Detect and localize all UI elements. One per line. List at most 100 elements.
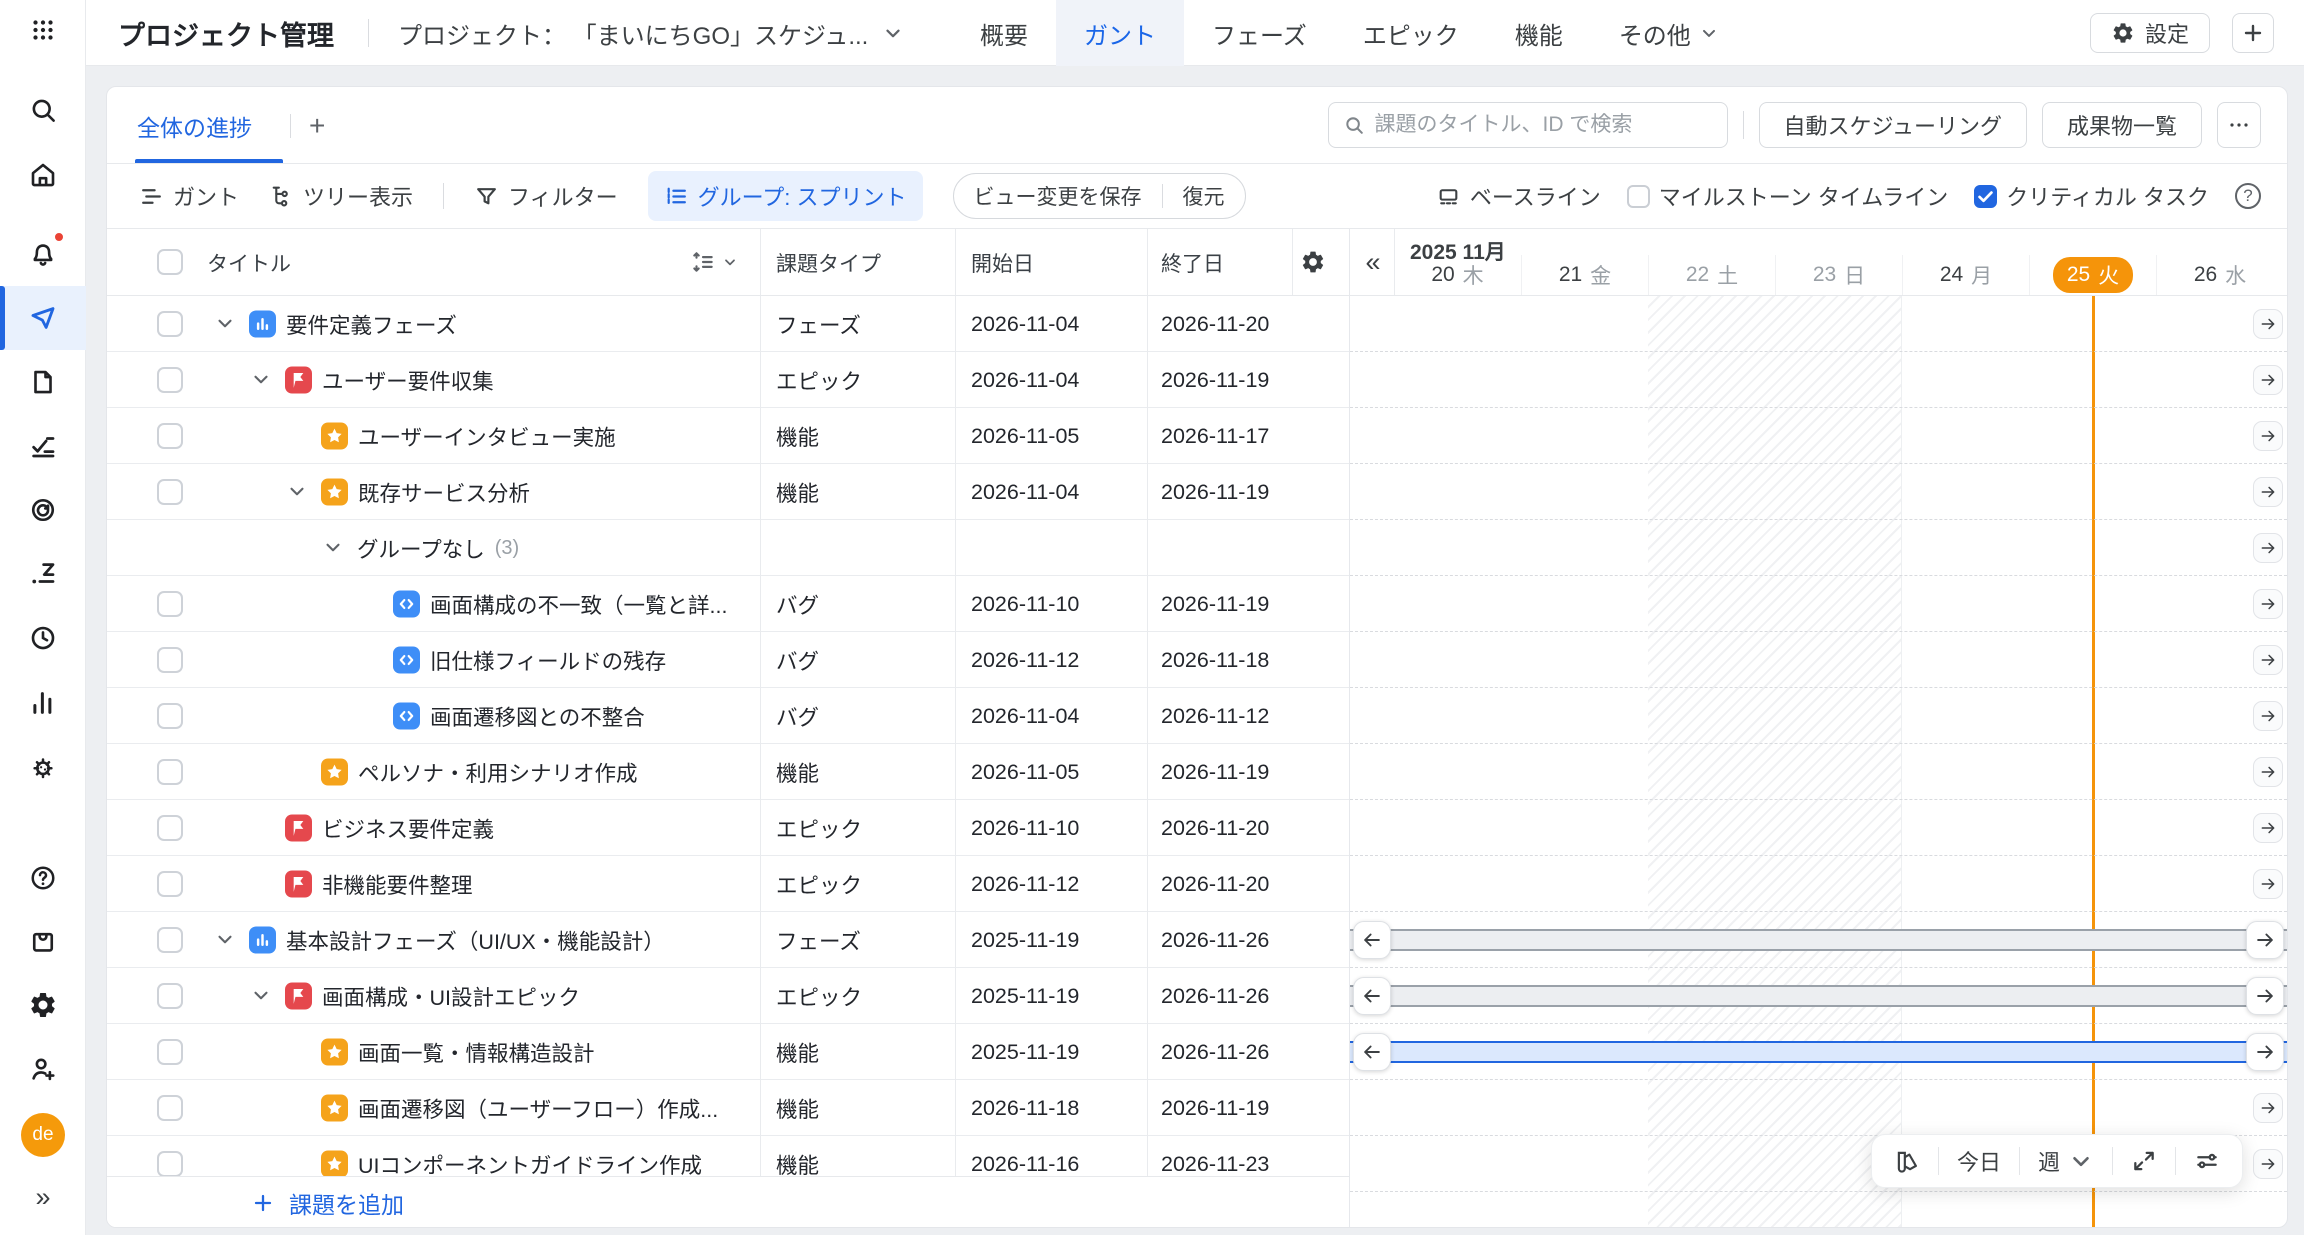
issue-title[interactable]: グループなし (3) xyxy=(357,520,753,576)
history-icon[interactable] xyxy=(23,618,63,658)
jump-to-task-button[interactable] xyxy=(2253,813,2283,843)
main-tab[interactable]: ガント xyxy=(1056,0,1184,66)
row-checkbox[interactable] xyxy=(157,926,183,953)
issue-title[interactable]: ペルソナ・利用シナリオ作成 xyxy=(358,744,753,800)
row-checkbox[interactable] xyxy=(157,310,183,337)
issue-title[interactable]: ユーザー要件収集 xyxy=(322,352,753,408)
critical-task-toggle[interactable]: クリティカル タスク xyxy=(1974,180,2209,212)
search-icon[interactable] xyxy=(23,90,63,130)
view-tab-overall-progress[interactable]: 全体の進捗 xyxy=(137,87,252,164)
row-checkbox[interactable] xyxy=(157,422,183,449)
jump-to-task-button[interactable] xyxy=(2253,309,2283,339)
package-icon[interactable] xyxy=(23,921,63,961)
fullscreen-button[interactable] xyxy=(2113,1148,2175,1174)
timeline-day[interactable]: 21 金 xyxy=(1521,255,1648,295)
restore-view-button[interactable]: 復元 xyxy=(1163,174,1245,218)
jump-to-task-button[interactable] xyxy=(2253,757,2283,787)
table-row[interactable]: 旧仕様フィールドの残存 バグ 2026-11-12 2026-11-18 xyxy=(107,632,1349,688)
collapse-all-control[interactable] xyxy=(690,249,738,275)
issue-title[interactable]: ユーザーインタビュー実施 xyxy=(358,408,753,464)
user-avatar[interactable]: de xyxy=(21,1113,65,1157)
chevron-down-icon[interactable] xyxy=(286,480,310,504)
project-selector[interactable]: プロジェクト： 「まいにちGO」スケジュ... xyxy=(398,0,904,66)
settings-button[interactable]: 設定 xyxy=(2089,13,2210,53)
filter-button[interactable]: フィルター xyxy=(474,180,618,212)
jump-to-task-button[interactable] xyxy=(2253,1093,2283,1123)
row-checkbox[interactable] xyxy=(157,814,183,841)
settings-icon[interactable] xyxy=(23,985,63,1025)
chevron-down-icon[interactable] xyxy=(214,312,238,336)
search-input[interactable] xyxy=(1374,113,1713,137)
help-icon[interactable] xyxy=(23,858,63,898)
main-tab[interactable]: その他 xyxy=(1591,0,1747,66)
table-row[interactable]: 画面遷移図（ユーザーフロー）作成... 機能 2026-11-18 2026-11-1… xyxy=(107,1080,1349,1136)
timeline-day[interactable]: 22 土 xyxy=(1648,255,1775,295)
bar-left-handle[interactable] xyxy=(1353,977,1391,1015)
home-icon[interactable] xyxy=(23,155,63,195)
row-checkbox[interactable] xyxy=(157,366,183,393)
timeline-day[interactable]: 20 木 xyxy=(1394,255,1521,295)
table-row[interactable]: ペルソナ・利用シナリオ作成 機能 2026-11-05 2026-11-19 xyxy=(107,744,1349,800)
row-checkbox[interactable] xyxy=(157,590,183,617)
chevron-down-icon[interactable] xyxy=(250,368,274,392)
table-row[interactable]: ビジネス要件定義 エピック 2026-11-10 2026-11-20 xyxy=(107,800,1349,856)
issue-title[interactable]: 画面一覧・情報構造設計 xyxy=(358,1024,753,1080)
critical-checkbox[interactable] xyxy=(1974,184,1998,208)
planner-icon[interactable] xyxy=(23,298,63,338)
bar-right-handle[interactable] xyxy=(2246,1033,2284,1071)
table-row[interactable]: ユーザー要件収集 エピック 2026-11-04 2026-11-19 xyxy=(107,352,1349,408)
chevron-down-icon[interactable] xyxy=(322,536,346,560)
issue-title[interactable]: 既存サービス分析 xyxy=(358,464,753,520)
table-row[interactable]: 画面構成の不一致（一覧と詳... バグ 2026-11-10 2026-11-19 xyxy=(107,576,1349,632)
gantt-task-bar[interactable] xyxy=(1350,985,2287,1007)
add-issue-button[interactable]: 課題を追加 xyxy=(251,1186,404,1220)
row-checkbox[interactable] xyxy=(157,702,183,729)
reports-icon[interactable] xyxy=(23,683,63,723)
select-all-checkbox[interactable] xyxy=(157,249,183,275)
collapse-table-icon[interactable]: « xyxy=(1356,242,1390,282)
bar-left-handle[interactable] xyxy=(1353,921,1391,959)
jump-to-task-button[interactable] xyxy=(2253,365,2283,395)
zoom-level-select[interactable]: 週 xyxy=(2020,1145,2112,1177)
issue-title[interactable]: ビジネス要件定義 xyxy=(322,800,753,856)
row-checkbox[interactable] xyxy=(157,982,183,1009)
jump-to-task-button[interactable] xyxy=(2253,589,2283,619)
tasks-icon[interactable] xyxy=(23,426,63,466)
milestone-checkbox[interactable] xyxy=(1626,184,1650,208)
table-row[interactable]: 既存サービス分析 機能 2026-11-04 2026-11-19 xyxy=(107,464,1349,520)
group-row[interactable]: グループなし (3) xyxy=(107,520,1349,576)
issue-title[interactable]: 要件定義フェーズ xyxy=(286,296,753,352)
chevron-down-icon[interactable] xyxy=(250,984,274,1008)
table-row[interactable]: 基本設計フェーズ（UI/UX・機能設計） フェーズ 2025-11-19 2026-1… xyxy=(107,912,1349,968)
issue-title[interactable]: 画面構成・UI設計エピック xyxy=(322,968,753,1024)
table-row[interactable]: ユーザーインタビュー実施 機能 2026-11-05 2026-11-17 xyxy=(107,408,1349,464)
chevron-down-icon[interactable] xyxy=(214,928,238,952)
jump-to-task-button[interactable] xyxy=(2253,477,2283,507)
row-checkbox[interactable] xyxy=(157,758,183,785)
row-checkbox[interactable] xyxy=(157,1094,183,1121)
more-button[interactable] xyxy=(2217,102,2261,148)
baseline-button[interactable]: ベースライン xyxy=(1436,180,1601,212)
gantt-view-button[interactable]: ガント xyxy=(139,180,239,212)
invite-member-icon[interactable] xyxy=(23,1049,63,1089)
add-view-button[interactable]: + xyxy=(309,87,325,164)
timeline-day[interactable]: 26 水 xyxy=(2156,255,2283,295)
table-row[interactable]: 要件定義フェーズ フェーズ 2026-11-04 2026-11-20 xyxy=(107,296,1349,352)
bar-right-handle[interactable] xyxy=(2246,921,2284,959)
add-button[interactable] xyxy=(2232,13,2274,53)
display-options-button[interactable] xyxy=(2176,1148,2222,1174)
issue-title[interactable]: 旧仕様フィールドの残存 xyxy=(430,632,753,688)
bar-right-handle[interactable] xyxy=(2246,977,2284,1015)
main-tab[interactable]: 機能 xyxy=(1487,0,1591,66)
jump-to-task-button[interactable] xyxy=(2253,645,2283,675)
timeline-day[interactable]: 25 火 xyxy=(2029,255,2156,295)
timeline-day[interactable]: 23 日 xyxy=(1775,255,1902,295)
main-tab[interactable]: フェーズ xyxy=(1184,0,1335,66)
table-row[interactable]: 非機能要件整理 エピック 2026-11-12 2026-11-20 xyxy=(107,856,1349,912)
jump-to-task-button[interactable] xyxy=(2253,1149,2283,1179)
timeline-day[interactable]: 24 月 xyxy=(1902,255,2029,295)
row-checkbox[interactable] xyxy=(157,1150,183,1177)
row-checkbox[interactable] xyxy=(157,1038,183,1065)
table-row[interactable]: 画面遷移図との不整合 バグ 2026-11-04 2026-11-12 xyxy=(107,688,1349,744)
jump-to-task-button[interactable] xyxy=(2253,421,2283,451)
